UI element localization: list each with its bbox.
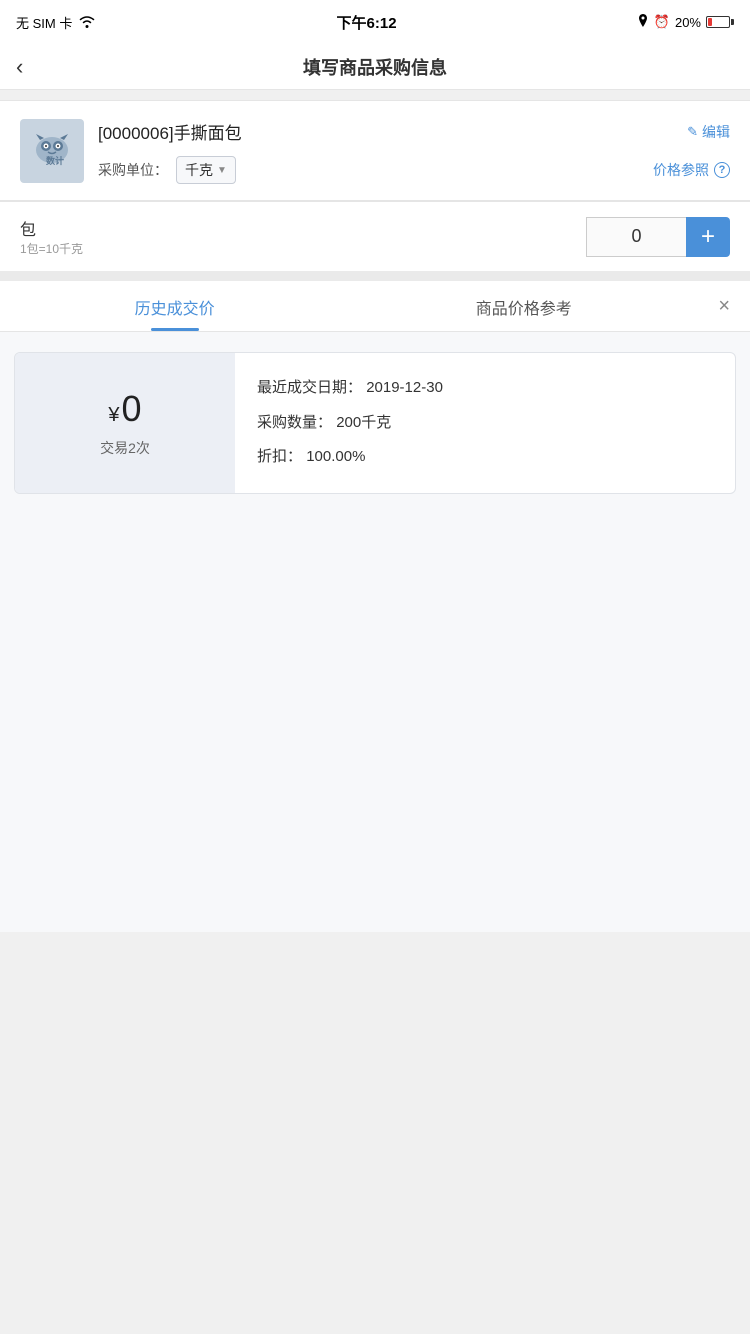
price-card: ¥ 0 交易2次 最近成交日期： 2019-12-30 采购数量： 200千克 … [14,352,736,494]
unit-value: 千克 [185,160,213,180]
status-bar: 无 SIM 卡 下午6:12 ⏰ 20% [0,0,750,44]
price-ref-label: 价格参照 [653,160,709,180]
page-header: ‹ 填写商品采购信息 [0,44,750,90]
quantity-plus-button[interactable]: + [686,217,730,257]
battery-percent: 20% [675,15,701,30]
content-area: ¥ 0 交易2次 最近成交日期： 2019-12-30 采购数量： 200千克 … [0,332,750,932]
purchase-quantity-row: 采购数量： 200千克 [257,412,713,435]
wifi-icon [78,14,96,31]
product-logo: 数计 [28,128,76,174]
unit-select[interactable]: 千克 ▼ [176,156,236,184]
quantity-value: 200千克 [336,414,391,431]
quantity-input[interactable] [586,217,686,257]
tab-product-price-ref[interactable]: 商品价格参考 [349,281,698,331]
product-image: 数计 [20,119,84,183]
back-button[interactable]: ‹ [16,54,23,80]
page-title: 填写商品采购信息 [303,54,447,80]
product-info: [0000006]手撕面包 ✎ 编辑 采购单位： 千克 ▼ 价格参照 [98,119,730,184]
location-icon [637,14,649,31]
edit-label: 编辑 [702,122,730,142]
battery-icon [706,16,734,28]
status-time: 下午6:12 [337,12,397,33]
quantity-row: 包 1包=10千克 + [0,201,750,271]
price-main: ¥ 0 [108,388,141,430]
status-left: 无 SIM 卡 [16,13,96,32]
chevron-down-icon: ▼ [217,165,227,176]
svg-text:数计: 数计 [46,155,64,166]
quantity-unit-equiv: 1包=10千克 [20,240,586,257]
discount-label: 折扣： [257,448,302,465]
help-icon: ? [714,162,730,178]
price-card-left: ¥ 0 交易2次 [15,353,235,493]
price-card-right: 最近成交日期： 2019-12-30 采购数量： 200千克 折扣： 100.0… [235,353,735,493]
tab-active-indicator [151,328,199,331]
discount-row: 折扣： 100.00% [257,446,713,469]
price-currency: ¥ [108,404,119,427]
quantity-input-block: + [586,217,730,257]
recent-date-value: 2019-12-30 [366,379,443,396]
alarm-icon: ⏰ [654,14,670,30]
edit-icon: ✎ [687,124,698,140]
product-card: 数计 [0000006]手撕面包 ✎ 编辑 采购单位： 千克 ▼ [0,100,750,201]
section-divider [0,271,750,281]
recent-date-row: 最近成交日期： 2019-12-30 [257,377,713,400]
quantity-label: 采购数量： [257,414,332,431]
no-sim-text: 无 SIM 卡 [16,13,72,32]
tab-history-price[interactable]: 历史成交价 [0,281,349,331]
product-name: [0000006]手撕面包 [98,119,242,144]
unit-label: 采购单位： [98,160,168,180]
tab-close-button[interactable]: × [698,295,750,318]
price-trades: 交易2次 [100,438,150,458]
recent-date-label: 最近成交日期： [257,379,362,396]
price-ref-button[interactable]: 价格参照 ? [653,160,730,180]
quantity-unit-name: 包 [20,216,586,240]
tab-bar: 历史成交价 商品价格参考 × [0,281,750,332]
price-amount: 0 [122,388,142,430]
edit-button[interactable]: ✎ 编辑 [687,122,730,142]
discount-value: 100.00% [306,448,365,465]
status-right: ⏰ 20% [637,14,734,31]
